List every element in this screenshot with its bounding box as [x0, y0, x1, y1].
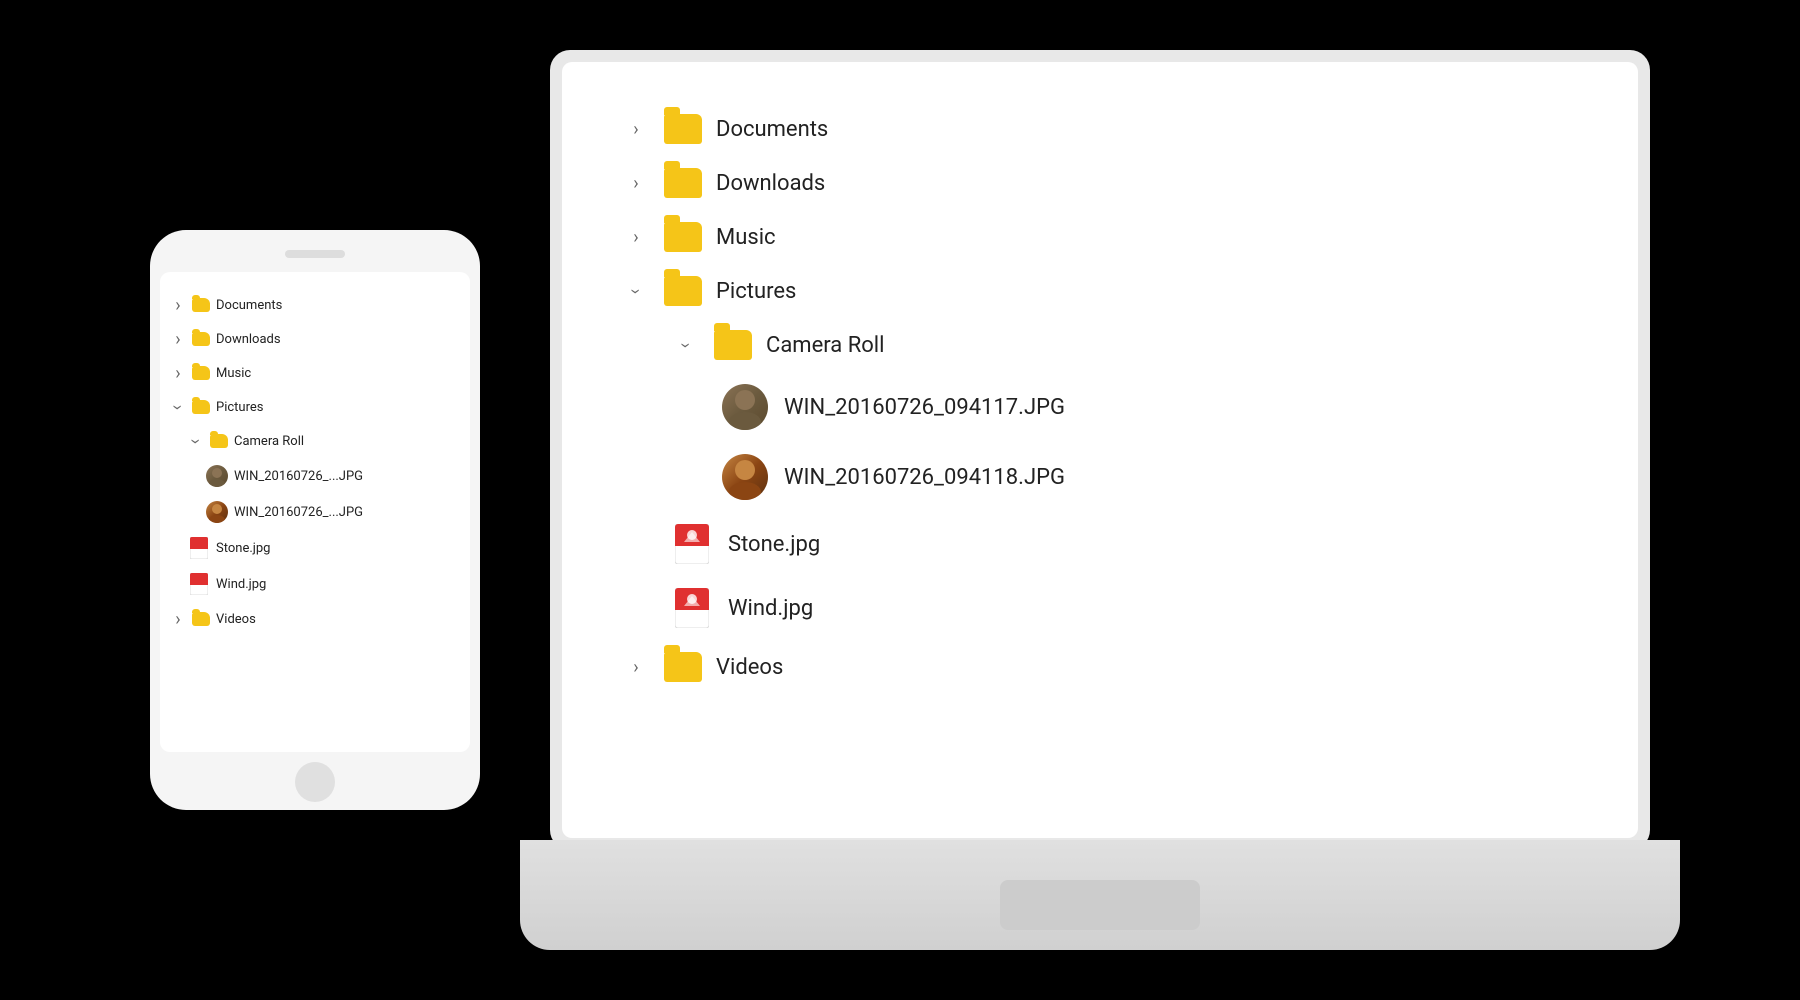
- laptop-row-stone[interactable]: Stone.jpg: [622, 512, 1578, 576]
- chevron-down-icon: [672, 335, 700, 355]
- laptop-row-img2[interactable]: WIN_20160726_094118.JPG: [622, 442, 1578, 512]
- phone-row-stone[interactable]: Stone.jpg: [170, 530, 460, 566]
- folder-icon: [664, 114, 702, 144]
- item-label: Stone.jpg: [728, 532, 820, 557]
- folder-icon: [714, 330, 752, 360]
- image-thumbnail: [206, 501, 228, 523]
- laptop-row-videos[interactable]: Videos: [622, 640, 1578, 694]
- item-label: Music: [216, 366, 251, 381]
- phone-screen: Documents Downloads Music Pictures: [160, 272, 470, 752]
- item-label: Wind.jpg: [216, 577, 266, 592]
- avatar-1: [206, 465, 228, 487]
- chevron-down-icon: [622, 281, 650, 301]
- folder-icon: [664, 276, 702, 306]
- chevron-right-icon: [170, 295, 186, 315]
- laptop-trackpad: [1000, 880, 1200, 930]
- item-label: Videos: [216, 612, 256, 627]
- laptop-file-tree: Documents Downloads Music: [622, 102, 1578, 694]
- scene: Documents Downloads Music: [150, 50, 1650, 950]
- chevron-right-icon: [170, 363, 186, 383]
- image-thumbnail: [206, 465, 228, 487]
- item-label: Stone.jpg: [216, 541, 270, 556]
- phone-row-videos[interactable]: Videos: [170, 602, 460, 636]
- phone: Documents Downloads Music Pictures: [150, 230, 480, 810]
- jpg-file-icon: [672, 524, 712, 564]
- folder-icon: [664, 168, 702, 198]
- avatar-1: [722, 384, 768, 430]
- laptop-row-music[interactable]: Music: [622, 210, 1578, 264]
- chevron-right-icon: [622, 119, 650, 139]
- item-label: Documents: [716, 117, 828, 142]
- chevron-right-icon: [170, 609, 186, 629]
- item-label: WIN_20160726_...JPG: [234, 469, 363, 484]
- laptop-row-wind[interactable]: Wind.jpg: [622, 576, 1578, 640]
- phone-row-documents[interactable]: Documents: [170, 288, 460, 322]
- item-label: Camera Roll: [234, 434, 304, 449]
- item-label: WIN_20160726_094118.JPG: [784, 465, 1065, 490]
- folder-icon: [192, 612, 210, 626]
- folder-icon: [192, 400, 210, 414]
- folder-icon: [210, 434, 228, 448]
- avatar-2: [206, 501, 228, 523]
- avatar-2: [722, 454, 768, 500]
- folder-icon: [192, 298, 210, 312]
- item-label: WIN_20160726_094117.JPG: [784, 395, 1065, 420]
- item-label: Downloads: [716, 171, 825, 196]
- chevron-down-icon: [188, 431, 204, 451]
- laptop-row-downloads[interactable]: Downloads: [622, 156, 1578, 210]
- phone-row-camera-roll[interactable]: Camera Roll: [170, 424, 460, 458]
- jpg-file-icon: [672, 588, 712, 628]
- item-label: Pictures: [716, 279, 796, 304]
- image-thumbnail: [722, 454, 768, 500]
- phone-row-music[interactable]: Music: [170, 356, 460, 390]
- laptop-row-documents[interactable]: Documents: [622, 102, 1578, 156]
- phone-row-downloads[interactable]: Downloads: [170, 322, 460, 356]
- phone-row-pictures[interactable]: Pictures: [170, 390, 460, 424]
- phone-row-img2[interactable]: WIN_20160726_...JPG: [170, 494, 460, 530]
- laptop-base: [520, 840, 1680, 950]
- image-thumbnail: [722, 384, 768, 430]
- folder-icon: [664, 222, 702, 252]
- phone-row-wind[interactable]: Wind.jpg: [170, 566, 460, 602]
- jpg-file-icon: [188, 573, 210, 595]
- laptop-row-pictures[interactable]: Pictures: [622, 264, 1578, 318]
- item-label: Pictures: [216, 400, 263, 415]
- folder-icon: [192, 332, 210, 346]
- phone-home-button[interactable]: [295, 762, 335, 802]
- laptop-row-camera-roll[interactable]: Camera Roll: [622, 318, 1578, 372]
- chevron-right-icon: [622, 173, 650, 193]
- folder-icon: [192, 366, 210, 380]
- item-label: Wind.jpg: [728, 596, 813, 621]
- laptop-screen-outer: Documents Downloads Music: [550, 50, 1650, 850]
- laptop-row-img1[interactable]: WIN_20160726_094117.JPG: [622, 372, 1578, 442]
- chevron-down-icon: [170, 397, 186, 417]
- folder-icon: [664, 652, 702, 682]
- item-label: Camera Roll: [766, 333, 885, 358]
- laptop-screen-inner: Documents Downloads Music: [562, 62, 1638, 838]
- chevron-right-icon: [622, 657, 650, 677]
- chevron-right-icon: [170, 329, 186, 349]
- item-label: Music: [716, 225, 776, 250]
- chevron-right-icon: [622, 227, 650, 247]
- jpg-file-icon: [188, 537, 210, 559]
- item-label: Videos: [716, 655, 783, 680]
- phone-speaker: [285, 250, 345, 258]
- item-label: Documents: [216, 298, 282, 313]
- phone-row-img1[interactable]: WIN_20160726_...JPG: [170, 458, 460, 494]
- item-label: WIN_20160726_...JPG: [234, 505, 363, 520]
- laptop: Documents Downloads Music: [550, 50, 1650, 950]
- item-label: Downloads: [216, 332, 281, 347]
